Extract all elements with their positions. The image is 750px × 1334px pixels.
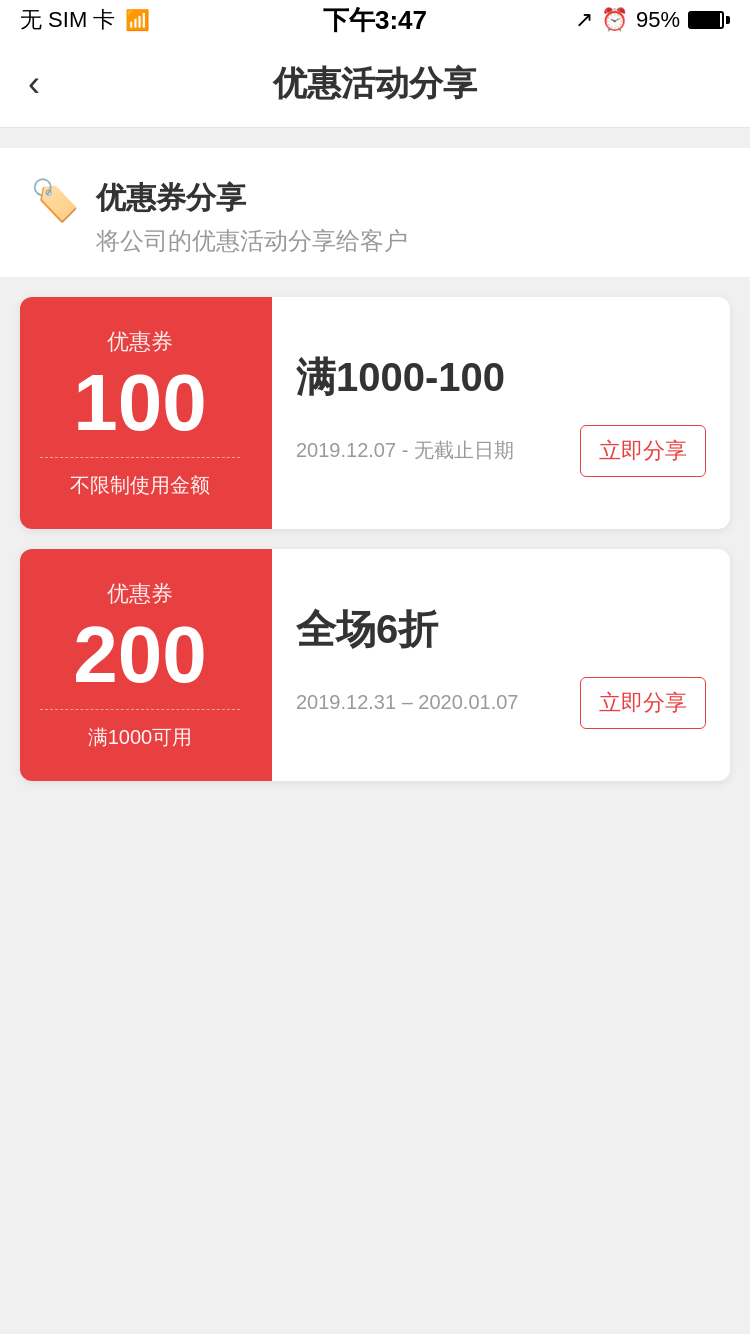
coupon-type-label-1: 优惠券 [107, 327, 173, 357]
status-right: ↗ ⏰ 95% [575, 7, 730, 33]
coupon-left-1: 优惠券 100 不限制使用金额 [20, 297, 260, 529]
status-time: 下午3:47 [323, 3, 427, 38]
share-button-2[interactable]: 立即分享 [580, 677, 706, 729]
back-button[interactable]: ‹ [28, 63, 40, 105]
coupon-condition-2: 满1000可用 [88, 724, 193, 751]
carrier-label: 无 SIM 卡 [20, 5, 115, 35]
coupon-list: 优惠券 100 不限制使用金额 满1000-100 2019.12.07 - 无… [0, 277, 750, 801]
coupon-right-1: 满1000-100 2019.12.07 - 无截止日期 立即分享 [260, 297, 730, 529]
coupon-date-2: 2019.12.31 – 2020.01.07 [296, 691, 568, 714]
coupon-amount-2: 200 [73, 615, 206, 695]
share-button-1[interactable]: 立即分享 [580, 425, 706, 477]
location-icon: ↗ [575, 7, 593, 33]
wifi-icon: 📶 [125, 8, 150, 32]
section-text: 优惠券分享 将公司的优惠活动分享给客户 [96, 178, 408, 257]
coupon-card-1: 优惠券 100 不限制使用金额 满1000-100 2019.12.07 - 无… [20, 297, 730, 529]
battery-percent: 95% [636, 7, 680, 33]
page-title: 优惠活动分享 [273, 61, 477, 107]
coupon-divider-1 [40, 457, 240, 458]
coupon-type-label-2: 优惠券 [107, 579, 173, 609]
coupon-date-1: 2019.12.07 - 无截止日期 [296, 437, 568, 464]
empty-area [0, 801, 750, 1334]
section-header: 🏷️ 优惠券分享 将公司的优惠活动分享给客户 [0, 148, 750, 277]
coupon-name-1: 满1000-100 [296, 350, 706, 405]
coupon-footer-1: 2019.12.07 - 无截止日期 立即分享 [296, 425, 706, 477]
section-desc: 将公司的优惠活动分享给客户 [96, 225, 408, 257]
coupon-card-2: 优惠券 200 满1000可用 全场6折 2019.12.31 – 2020.0… [20, 549, 730, 781]
coupon-name-2: 全场6折 [296, 602, 706, 657]
status-bar: 无 SIM 卡 📶 下午3:47 ↗ ⏰ 95% [0, 0, 750, 40]
coupon-condition-1: 不限制使用金额 [70, 472, 210, 499]
status-left: 无 SIM 卡 📶 [20, 5, 150, 35]
alarm-icon: ⏰ [601, 7, 628, 33]
nav-bar: ‹ 优惠活动分享 [0, 40, 750, 128]
section-icon: 🏷️ [30, 180, 80, 220]
coupon-amount-1: 100 [73, 363, 206, 443]
coupon-right-2: 全场6折 2019.12.31 – 2020.01.07 立即分享 [260, 549, 730, 781]
battery-icon [688, 11, 730, 29]
coupon-footer-2: 2019.12.31 – 2020.01.07 立即分享 [296, 677, 706, 729]
section-title: 优惠券分享 [96, 178, 408, 219]
coupon-divider-2 [40, 709, 240, 710]
coupon-left-2: 优惠券 200 满1000可用 [20, 549, 260, 781]
